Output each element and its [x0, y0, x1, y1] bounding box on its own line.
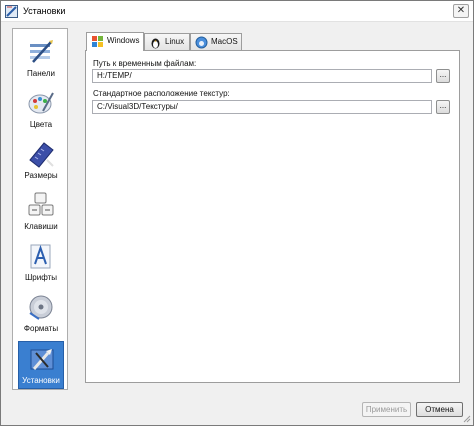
- close-button[interactable]: ✕: [453, 4, 469, 18]
- tab-macos[interactable]: MacOS: [190, 33, 242, 50]
- palette-icon: [28, 92, 54, 114]
- sidebar-item-fonts[interactable]: Шрифты: [18, 239, 64, 287]
- sidebar-item-label: Форматы: [23, 324, 59, 333]
- tab-windows[interactable]: Windows: [86, 32, 144, 51]
- sidebar-item-formats[interactable]: Форматы: [18, 290, 64, 338]
- sidebar-item-label: Клавиши: [24, 222, 58, 231]
- category-sidebar: Панели Цвета Размеры Клавиши Шрифты Форм…: [12, 28, 68, 390]
- apply-button[interactable]: Применить: [362, 402, 411, 417]
- tab-panel-windows: Путь к временным файлам: H:/TEMP/ ... Ст…: [85, 50, 460, 383]
- tools-icon: [30, 349, 54, 370]
- cancel-button[interactable]: Отмена: [416, 402, 463, 417]
- sidebar-item-label: Шрифты: [24, 273, 58, 282]
- close-icon: ✕: [456, 5, 466, 16]
- temp-path-label: Путь к временным файлам:: [93, 59, 197, 68]
- windows-logo-icon: [92, 36, 103, 47]
- window-title: Установки: [23, 6, 66, 16]
- title-bar[interactable]: Установки ✕: [1, 1, 473, 22]
- ruler-icon: [29, 142, 54, 168]
- sidebar-item-label: Цвета: [29, 120, 53, 129]
- sidebar-item-label: Установки: [22, 376, 60, 385]
- tab-label: Windows: [107, 36, 140, 45]
- sidebar-item-panels[interactable]: Панели: [18, 35, 64, 83]
- sidebar-item-label: Панели: [27, 69, 55, 78]
- sidebar-item-settings[interactable]: Установки: [18, 341, 64, 389]
- sidebar-item-colors[interactable]: Цвета: [18, 86, 64, 134]
- font-icon: [30, 244, 51, 269]
- textures-path-label: Стандартное расположение текстур:: [93, 89, 230, 98]
- tab-linux[interactable]: Linux: [144, 33, 190, 50]
- disk-icon: [29, 295, 53, 320]
- sidebar-item-keys[interactable]: Клавиши: [18, 188, 64, 236]
- tab-label: MacOS: [211, 37, 238, 46]
- apple-logo-icon: [195, 36, 208, 49]
- sidebar-item-label: Размеры: [24, 171, 58, 180]
- keyboard-icon: [28, 192, 54, 216]
- temp-path-field[interactable]: H:/TEMP/: [92, 69, 432, 83]
- temp-path-browse-button[interactable]: ...: [436, 69, 450, 83]
- settings-window: Установки ✕ Панели Цвета Размеры Клавиши…: [0, 0, 474, 426]
- tab-label: Linux: [165, 37, 185, 46]
- app-icon: [5, 5, 18, 18]
- textures-path-browse-button[interactable]: ...: [436, 100, 450, 114]
- linux-penguin-icon: [151, 38, 160, 49]
- resize-grip-icon[interactable]: [463, 415, 471, 423]
- panels-icon: [30, 40, 53, 63]
- textures-path-field[interactable]: C:/Visual3D/Текстуры/: [92, 100, 432, 114]
- sidebar-item-sizes[interactable]: Размеры: [18, 137, 64, 185]
